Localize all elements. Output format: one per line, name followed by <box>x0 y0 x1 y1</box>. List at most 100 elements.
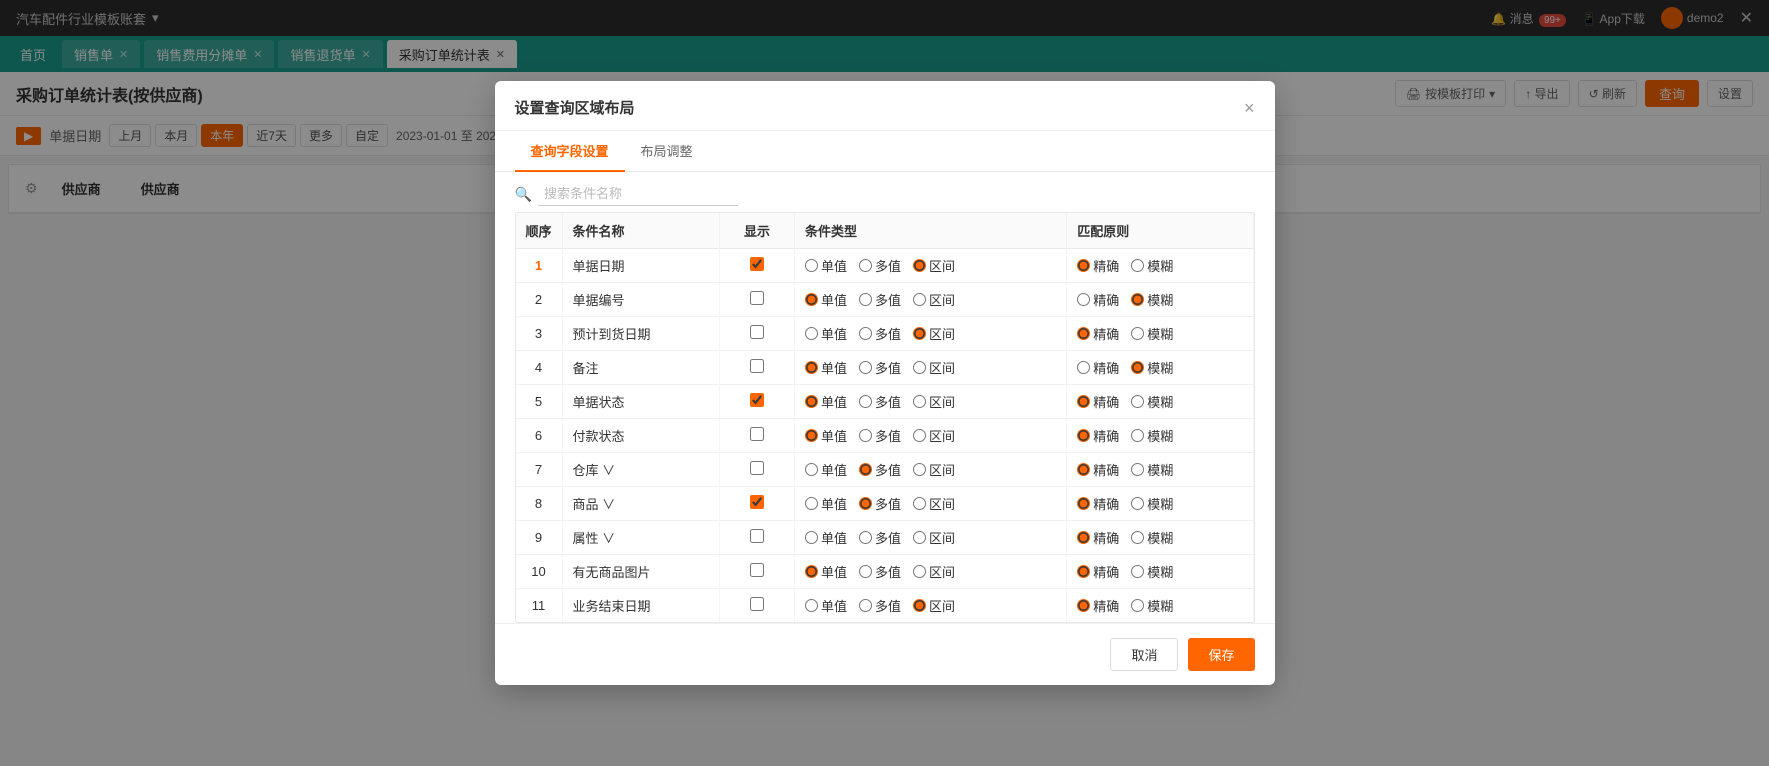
cell-type: 单值多值区间 <box>794 385 1066 419</box>
match-radio-match_exact[interactable]: 精确 <box>1077 460 1119 479</box>
type-radio-type_multi[interactable]: 多值 <box>859 426 901 445</box>
table-row: 6付款状态单值多值区间精确模糊 <box>516 419 1254 453</box>
type-radio-type_range[interactable]: 区间 <box>913 358 955 377</box>
display-checkbox[interactable] <box>750 461 764 475</box>
cell-order: 11 <box>516 589 563 623</box>
match-radio-match_exact[interactable]: 精确 <box>1077 324 1119 343</box>
display-checkbox[interactable] <box>750 563 764 577</box>
type-radio-type_single[interactable]: 单值 <box>805 358 847 377</box>
type-radio-type_multi[interactable]: 多值 <box>859 562 901 581</box>
type-radio-type_single[interactable]: 单值 <box>805 494 847 513</box>
type-radio-type_single[interactable]: 单值 <box>805 426 847 445</box>
table-row: 11业务结束日期 单值多值区间 精确模糊 <box>516 589 1254 623</box>
match-radio-match_fuzzy[interactable]: 模糊 <box>1131 290 1173 309</box>
display-checkbox[interactable] <box>750 427 764 441</box>
match-radio-match_fuzzy[interactable]: 模糊 <box>1131 392 1173 411</box>
cell-name: 商品 ∨ <box>562 487 720 521</box>
type-radio-type_range[interactable]: 区间 <box>913 392 955 411</box>
type-radio-type_single[interactable]: 单值 <box>805 324 847 343</box>
match-radio-match_fuzzy[interactable]: 模糊 <box>1131 494 1173 513</box>
settings-modal: 设置查询区域布局 × 查询字段设置 布局调整 🔍 顺序 条件名称 <box>495 81 1275 685</box>
type-radio-type_multi[interactable]: 多值 <box>859 290 901 309</box>
match-radio-match_exact[interactable]: 精确 <box>1077 290 1119 309</box>
type-radio-type_range[interactable]: 区间 <box>913 460 955 479</box>
cell-order: 6 <box>516 419 563 453</box>
cell-match: 精确模糊 <box>1067 453 1253 487</box>
cell-display[interactable] <box>720 487 795 521</box>
modal-tab-field-settings[interactable]: 查询字段设置 <box>515 131 625 172</box>
match-radio-match_fuzzy[interactable]: 模糊 <box>1131 358 1173 377</box>
type-radio-type_multi[interactable]: 多值 <box>859 256 901 275</box>
cell-type: 单值多值区间 <box>794 453 1066 487</box>
cell-display[interactable] <box>720 453 795 487</box>
cell-display[interactable] <box>720 283 795 317</box>
cell-display[interactable] <box>720 385 795 419</box>
type-radio-type_range[interactable]: 区间 <box>913 596 955 615</box>
type-radio-type_range[interactable]: 区间 <box>913 494 955 513</box>
display-checkbox[interactable] <box>750 291 764 305</box>
match-radio-match_fuzzy[interactable]: 模糊 <box>1131 596 1173 615</box>
type-radio-type_range[interactable]: 区间 <box>913 324 955 343</box>
match-radio-match_exact[interactable]: 精确 <box>1077 596 1119 615</box>
type-radio-type_multi[interactable]: 多值 <box>859 392 901 411</box>
match-radio-match_exact[interactable]: 精确 <box>1077 358 1119 377</box>
match-radio-match_fuzzy[interactable]: 模糊 <box>1131 528 1173 547</box>
type-radio-type_range[interactable]: 区间 <box>913 528 955 547</box>
display-checkbox[interactable] <box>750 495 764 509</box>
table-row: 5单据状态单值多值区间精确模糊 <box>516 385 1254 419</box>
type-radio-type_range[interactable]: 区间 <box>913 562 955 581</box>
cell-name: 业务结束日期 <box>562 589 720 623</box>
type-radio-type_multi[interactable]: 多值 <box>859 494 901 513</box>
type-radio-type_range[interactable]: 区间 <box>913 256 955 275</box>
cell-display[interactable] <box>720 555 795 589</box>
match-radio-match_exact[interactable]: 精确 <box>1077 426 1119 445</box>
match-radio-match_fuzzy[interactable]: 模糊 <box>1131 324 1173 343</box>
cell-display[interactable] <box>720 249 795 283</box>
type-radio-type_range[interactable]: 区间 <box>913 426 955 445</box>
save-button[interactable]: 保存 <box>1188 638 1254 671</box>
type-radio-type_multi[interactable]: 多值 <box>859 324 901 343</box>
match-radio-match_exact[interactable]: 精确 <box>1077 562 1119 581</box>
display-checkbox[interactable] <box>750 257 764 271</box>
cell-display[interactable] <box>720 419 795 453</box>
type-radio-type_single[interactable]: 单值 <box>805 290 847 309</box>
match-radio-match_fuzzy[interactable]: 模糊 <box>1131 460 1173 479</box>
cell-display[interactable] <box>720 521 795 555</box>
type-radio-type_single[interactable]: 单值 <box>805 596 847 615</box>
cell-type: 单值多值区间 <box>794 317 1066 351</box>
modal-overlay: 设置查询区域布局 × 查询字段设置 布局调整 🔍 顺序 条件名称 <box>0 0 1769 766</box>
match-radio-match_fuzzy[interactable]: 模糊 <box>1131 562 1173 581</box>
type-radio-type_multi[interactable]: 多值 <box>859 358 901 377</box>
match-radio-match_exact[interactable]: 精确 <box>1077 494 1119 513</box>
type-radio-type_multi[interactable]: 多值 <box>859 460 901 479</box>
type-radio-type_single[interactable]: 单值 <box>805 460 847 479</box>
display-checkbox[interactable] <box>750 597 764 611</box>
cancel-button[interactable]: 取消 <box>1110 638 1178 671</box>
match-radio-match_fuzzy[interactable]: 模糊 <box>1131 256 1173 275</box>
display-checkbox[interactable] <box>750 393 764 407</box>
display-checkbox[interactable] <box>750 359 764 373</box>
cell-match: 精确模糊 <box>1067 351 1253 385</box>
type-radio-type_multi[interactable]: 多值 <box>859 596 901 615</box>
modal-tab-layout-adjust[interactable]: 布局调整 <box>625 131 709 172</box>
cell-display[interactable] <box>720 589 795 623</box>
cell-display[interactable] <box>720 317 795 351</box>
display-checkbox[interactable] <box>750 529 764 543</box>
type-radio-type_single[interactable]: 单值 <box>805 562 847 581</box>
type-radio-type_range[interactable]: 区间 <box>913 290 955 309</box>
modal-close-button[interactable]: × <box>1244 99 1255 117</box>
cell-name: 有无商品图片 <box>562 555 720 589</box>
cell-display[interactable] <box>720 351 795 385</box>
modal-search-input[interactable] <box>538 182 738 206</box>
type-radio-type_single[interactable]: 单值 <box>805 528 847 547</box>
display-checkbox[interactable] <box>750 325 764 339</box>
match-radio-match_exact[interactable]: 精确 <box>1077 392 1119 411</box>
cell-type: 单值多值区间 <box>794 351 1066 385</box>
match-radio-match_fuzzy[interactable]: 模糊 <box>1131 426 1173 445</box>
type-radio-type_single[interactable]: 单值 <box>805 256 847 275</box>
type-radio-type_multi[interactable]: 多值 <box>859 528 901 547</box>
match-radio-match_exact[interactable]: 精确 <box>1077 528 1119 547</box>
th-order: 顺序 <box>516 213 563 249</box>
match-radio-match_exact[interactable]: 精确 <box>1077 256 1119 275</box>
type-radio-type_single[interactable]: 单值 <box>805 392 847 411</box>
